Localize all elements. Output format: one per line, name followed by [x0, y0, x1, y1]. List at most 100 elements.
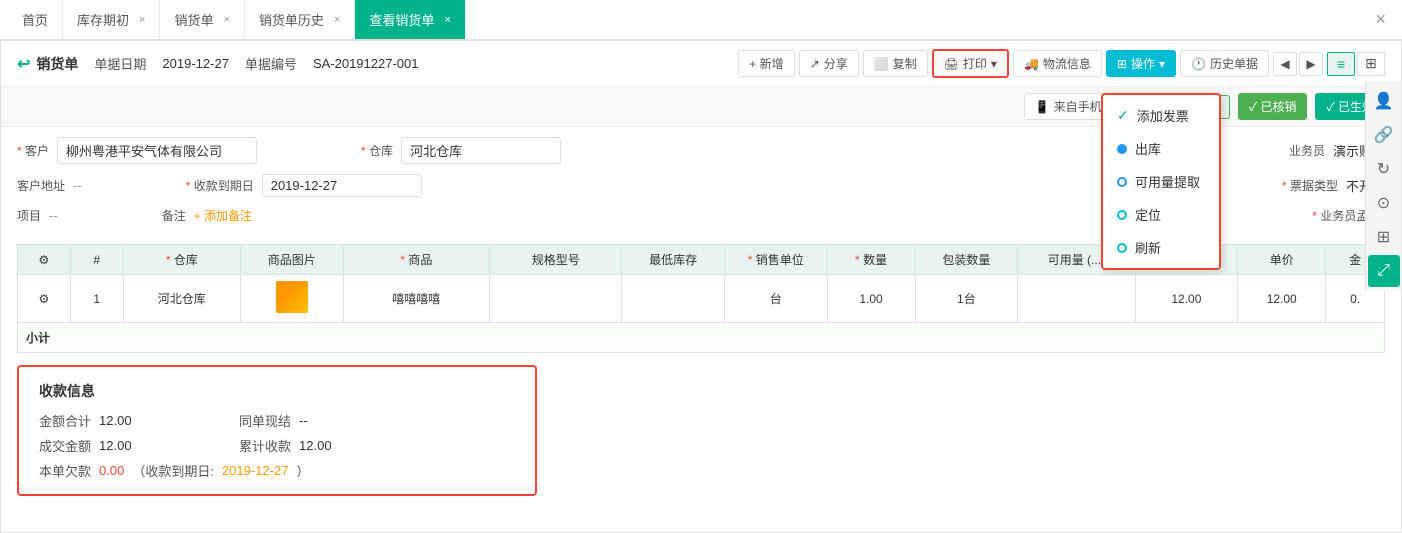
- tab-home[interactable]: 首页: [8, 0, 63, 39]
- tab-sales-history[interactable]: 销货单历史 ×: [245, 0, 355, 39]
- tab-view-sales[interactable]: 查看销货单 ×: [355, 0, 465, 39]
- tab-inventory-init-close[interactable]: ×: [139, 14, 145, 26]
- row-product-img: [240, 275, 343, 323]
- operation-icon: ⊞: [1117, 57, 1127, 71]
- col-product-img: 商品图片: [240, 245, 343, 275]
- row-warehouse: 河北仓库: [123, 275, 240, 323]
- operation-dropdown-arrow: ▾: [1159, 57, 1165, 71]
- sidebar-person-btn[interactable]: 👤: [1368, 85, 1400, 117]
- warehouse-value[interactable]: 河北仓库: [401, 137, 561, 164]
- confirm-label: ✓ 已核销: [1249, 98, 1297, 115]
- sidebar-table-btn[interactable]: ⊞: [1368, 221, 1400, 253]
- list-view-btn[interactable]: ≡: [1327, 52, 1355, 76]
- col-num: #: [70, 245, 123, 275]
- product-image: [276, 281, 308, 313]
- salesperson-label: 业务员孟: [1312, 207, 1368, 224]
- project-field: 项目 --: [17, 207, 58, 224]
- doc-title-text: 销货单: [36, 54, 78, 74]
- add-invoice-label: 添加发票: [1137, 106, 1189, 125]
- sidebar-refresh-btn[interactable]: ↻: [1368, 153, 1400, 185]
- same-order-value: --: [299, 413, 308, 428]
- arrears-hint: （收款到期日:: [132, 461, 214, 480]
- subtotal-label: 小计: [18, 323, 1385, 353]
- window-close-button[interactable]: ×: [1367, 9, 1394, 30]
- col-spec: 规格型号: [490, 245, 622, 275]
- doc-title: ↩ 销货单: [17, 54, 78, 74]
- next-arrow[interactable]: ▶: [1299, 52, 1323, 76]
- address-value: --: [73, 178, 82, 193]
- address-label: 客户地址: [17, 177, 65, 194]
- col-quantity: 数量: [827, 245, 915, 275]
- col-product: 商品: [343, 245, 490, 275]
- row-available: [1018, 275, 1135, 323]
- doc-icon: ↩: [17, 54, 30, 74]
- new-button[interactable]: + 新增: [738, 50, 794, 77]
- print-icon: 🖨: [944, 57, 959, 71]
- row-product: 嘻嘻嘻嘻: [343, 275, 490, 323]
- doc-date-label: 单据日期: [94, 54, 146, 73]
- arrears-hint-close: ）: [296, 461, 309, 480]
- operation-button-label: 操作: [1131, 55, 1155, 72]
- arrears-due-date: 2019-12-27: [222, 463, 289, 478]
- cumulative-value: 12.00: [299, 438, 332, 453]
- copy-button[interactable]: ⬜ 复制: [863, 50, 928, 77]
- row-min-stock: [622, 275, 725, 323]
- warehouse-label: 仓库: [361, 142, 393, 159]
- tab-sales-order-close[interactable]: ×: [223, 14, 229, 26]
- prev-arrow[interactable]: ◀: [1273, 52, 1297, 76]
- ticket-label: 票据类型: [1282, 177, 1338, 194]
- tab-sales-history-label: 销货单历史: [259, 10, 324, 29]
- dropdown-outbound[interactable]: 出库: [1103, 132, 1219, 165]
- row-spec: [490, 275, 622, 323]
- from-mobile-label: 来自手机: [1054, 98, 1102, 115]
- payment-date-field: 收款到期日 2019-12-27: [186, 174, 422, 197]
- sidebar-link-btn[interactable]: 🔗: [1368, 119, 1400, 151]
- transaction-value: 12.00: [99, 438, 132, 453]
- tab-sales-history-close[interactable]: ×: [334, 14, 340, 26]
- print-button[interactable]: 🖨 打印 ▾: [932, 49, 1009, 78]
- row-price: 12.00: [1238, 275, 1326, 323]
- note-add-link[interactable]: + 添加备注: [194, 207, 252, 224]
- tab-sales-order[interactable]: 销货单 ×: [160, 0, 244, 39]
- history-button[interactable]: 🕐 历史单据: [1180, 50, 1269, 77]
- project-value: --: [49, 208, 58, 223]
- tab-view-sales-close[interactable]: ×: [444, 14, 450, 26]
- cumulative-label: 累计收款: [239, 436, 291, 455]
- dropdown-add-invoice[interactable]: ✓ 添加发票: [1103, 99, 1219, 132]
- history-icon: 🕐: [1191, 57, 1206, 71]
- logistics-button-label: 物流信息: [1043, 55, 1091, 72]
- logistics-button[interactable]: 🚚 物流信息: [1013, 50, 1102, 77]
- dropdown-available-qty[interactable]: 可用量提取: [1103, 165, 1219, 198]
- row-gear[interactable]: ⚙: [18, 275, 71, 323]
- dropdown-locate[interactable]: 定位: [1103, 198, 1219, 231]
- doc-date-value: 2019-12-27: [162, 56, 229, 71]
- col-gear: ⚙: [18, 245, 71, 275]
- customer-value[interactable]: 柳州粤港平安气体有限公司: [57, 137, 257, 164]
- history-button-label: 历史单据: [1210, 55, 1258, 72]
- confirm-label-btn[interactable]: ✓ 已核销: [1238, 93, 1308, 120]
- payment-date-value[interactable]: 2019-12-27: [262, 174, 422, 197]
- from-mobile-button[interactable]: 📱 来自手机: [1024, 93, 1113, 120]
- address-field: 客户地址 --: [17, 177, 82, 194]
- sidebar-person-circle-btn[interactable]: ⊙: [1368, 187, 1400, 219]
- row-pack-qty: 1台: [915, 275, 1018, 323]
- tab-inventory-init[interactable]: 库存期初 ×: [63, 0, 160, 39]
- customer-label: 客户: [17, 142, 49, 159]
- dropdown-refresh[interactable]: 刷新: [1103, 231, 1219, 264]
- share-button[interactable]: ↗ 分享: [799, 50, 859, 77]
- total-amount-label: 金额合计: [39, 411, 91, 430]
- note-field: 备注 + 添加备注: [162, 207, 252, 224]
- operation-button[interactable]: ⊞ 操作 ▾: [1106, 50, 1176, 77]
- tab-sales-order-label: 销货单: [174, 10, 213, 29]
- add-invoice-icon: ✓: [1117, 107, 1129, 124]
- outbound-label: 出库: [1135, 139, 1161, 158]
- sidebar-expand-btn[interactable]: ⤢: [1368, 255, 1400, 287]
- total-amount-value: 12.00: [99, 413, 132, 428]
- col-pack-qty: 包装数量: [915, 245, 1018, 275]
- project-label: 项目: [17, 207, 41, 224]
- warehouse-field: 仓库 河北仓库: [361, 137, 561, 164]
- staff-label: 业务员: [1289, 142, 1325, 159]
- col-min-stock: 最低库存: [622, 245, 725, 275]
- grid-view-btn[interactable]: ⊞: [1357, 52, 1385, 76]
- transaction-row: 成交金额 12.00: [39, 436, 239, 455]
